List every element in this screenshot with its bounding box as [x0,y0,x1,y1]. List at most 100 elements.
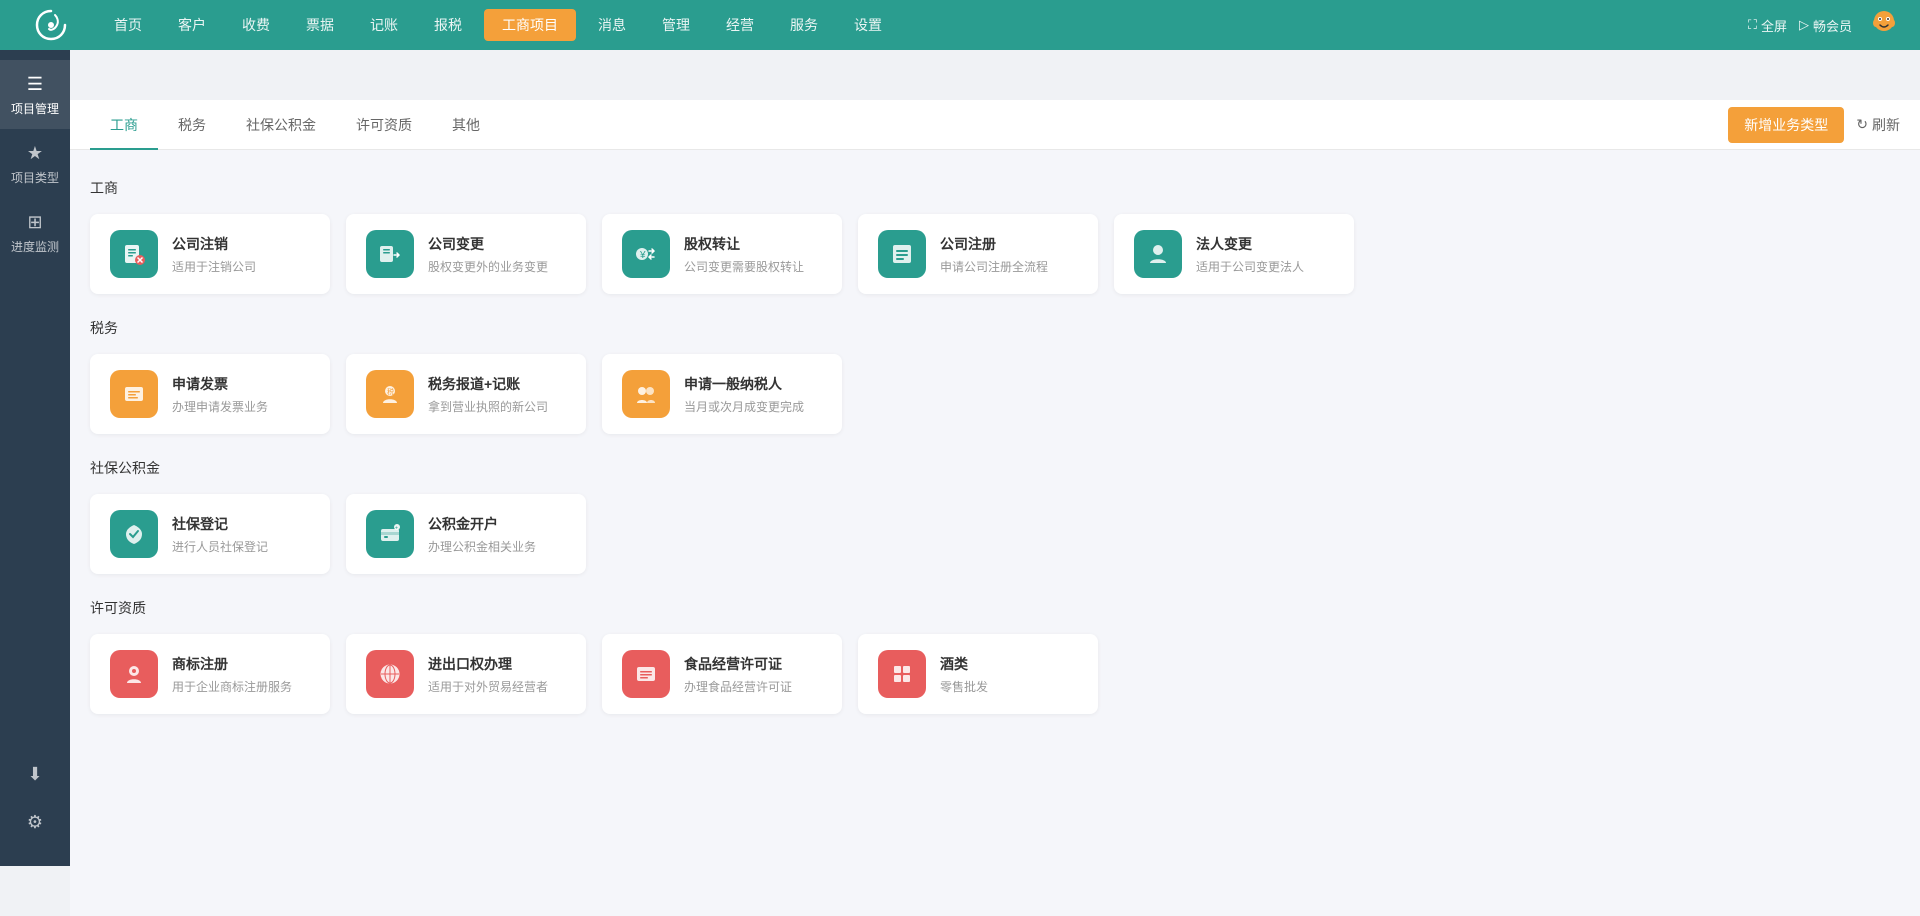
card-social-insurance-name: 社保登记 [172,514,268,534]
tab-actions: 新增业务类型 ↻ 刷新 [1728,107,1900,143]
alcohol-icon [878,650,926,698]
card-tax-accounting[interactable]: 税 税务报道+记账 拿到营业执照的新公司 [346,354,586,434]
tab-shuiwu[interactable]: 税务 [158,100,226,150]
food-license-icon [622,650,670,698]
nav-right: ⛶ 全屏 ▷ 畅会员 [1748,5,1904,45]
card-equity-transfer[interactable]: ¥ 股权转让 公司变更需要股权转让 [602,214,842,294]
fullscreen-btn[interactable]: ⛶ 全屏 [1748,16,1787,35]
card-company-register[interactable]: 公司注册 申请公司注册全流程 [858,214,1098,294]
card-alcohol-name: 酒类 [940,654,988,674]
card-invoice-apply-name: 申请发票 [172,374,268,394]
sub-tabs: 工商 税务 社保公积金 许可资质 其他 新增业务类型 ↻ 刷新 [70,100,1920,150]
tab-gongshang[interactable]: 工商 [90,100,158,150]
card-tax-accounting-desc: 拿到营业执照的新公司 [428,398,548,415]
company-cancel-icon [110,230,158,278]
project-type-icon: ★ [23,141,47,165]
nav-bizproject[interactable]: 工商项目 [484,9,576,41]
svg-text:¥: ¥ [639,250,646,261]
card-company-change-desc: 股权变更外的业务变更 [428,258,548,275]
gongshang-cards: 公司注销 适用于注销公司 公司变更 [90,214,1900,294]
section-shebao: 社保公积金 社保登记 进行人员社保登记 [90,458,1900,574]
section-xuke: 许可资质 商标注册 用于企业商标注册服务 [90,598,1900,714]
download-icon: ⬇ [23,762,47,786]
card-fund-account-desc: 办理公积金相关业务 [428,538,536,555]
project-manage-icon: ☰ [23,72,47,96]
sidebar-item-project-manage[interactable]: ☰ 项目管理 [0,60,70,129]
nav-home[interactable]: 首页 [96,0,160,50]
social-insurance-icon [110,510,158,558]
nav-invoice[interactable]: 票据 [288,0,352,50]
section-gongshang-title: 工商 [90,178,1900,198]
card-company-cancel-name: 公司注销 [172,234,256,254]
sidebar-item-project-type[interactable]: ★ 项目类型 [0,129,70,198]
card-import-export-desc: 适用于对外贸易经营者 [428,678,548,695]
refresh-btn[interactable]: ↻ 刷新 [1856,115,1900,135]
sidebar-item-progress[interactable]: ⊞ 进度监测 [0,198,70,267]
card-import-export-name: 进出口权办理 [428,654,548,674]
card-alcohol-desc: 零售批发 [940,678,988,695]
card-equity-name: 股权转让 [684,234,804,254]
nav-settings[interactable]: 设置 [836,0,900,50]
card-fund-account[interactable]: + 公积金开户 办理公积金相关业务 [346,494,586,574]
play-icon: ▷ [1799,17,1809,33]
xuke-cards: 商标注册 用于企业商标注册服务 进出口权办理 [90,634,1900,714]
card-company-register-name: 公司注册 [940,234,1048,254]
card-legal-change-desc: 适用于公司变更法人 [1196,258,1304,275]
top-nav: 首页 客户 收费 票据 记账 报税 工商项目 消息 管理 经营 服务 设置 ⛶ … [0,0,1920,50]
main-content: 工商 税务 社保公积金 许可资质 其他 新增业务类型 ↻ 刷新 工商 [70,100,1920,916]
nav-fee[interactable]: 收费 [224,0,288,50]
nav-operate[interactable]: 经营 [708,0,772,50]
company-change-icon [366,230,414,278]
trademark-icon [110,650,158,698]
section-shuiwu-title: 税务 [90,318,1900,338]
import-export-icon [366,650,414,698]
card-food-license[interactable]: 食品经营许可证 办理食品经营许可证 [602,634,842,714]
card-trademark-name: 商标注册 [172,654,292,674]
card-company-change[interactable]: 公司变更 股权变更外的业务变更 [346,214,586,294]
svg-text:+: + [395,526,398,532]
progress-icon: ⊞ [23,210,47,234]
card-general-taxpayer-name: 申请一般纳税人 [684,374,804,394]
card-legal-change[interactable]: 法人变更 适用于公司变更法人 [1114,214,1354,294]
nav-items: 首页 客户 收费 票据 记账 报税 工商项目 消息 管理 经营 服务 设置 [96,0,1748,50]
card-social-insurance-desc: 进行人员社保登记 [172,538,268,555]
member-btn[interactable]: ▷ 畅会员 [1799,16,1852,35]
content-area: 工商 公司注销 [70,150,1920,916]
card-invoice-apply[interactable]: 申请发票 办理申请发票业务 [90,354,330,434]
general-taxpayer-icon [622,370,670,418]
tab-xuke[interactable]: 许可资质 [336,100,432,150]
section-shuiwu: 税务 申请发票 办理申请发票业务 [90,318,1900,434]
card-general-taxpayer-desc: 当月或次月成变更完成 [684,398,804,415]
tab-other[interactable]: 其他 [432,100,500,150]
nav-tax[interactable]: 报税 [416,0,480,50]
card-fund-account-name: 公积金开户 [428,514,536,534]
legal-change-icon [1134,230,1182,278]
card-company-cancel[interactable]: 公司注销 适用于注销公司 [90,214,330,294]
mascot-avatar [1864,5,1904,45]
card-company-change-name: 公司变更 [428,234,548,254]
shebao-cards: 社保登记 进行人员社保登记 + [90,494,1900,574]
refresh-icon: ↻ [1856,116,1868,133]
tab-shebao[interactable]: 社保公积金 [226,100,336,150]
sidebar-download-btn[interactable]: ⬇ [0,750,70,798]
company-register-icon [878,230,926,278]
nav-manage[interactable]: 管理 [644,0,708,50]
sidebar-settings-btn[interactable]: ⚙ [0,798,70,846]
nav-customer[interactable]: 客户 [160,0,224,50]
card-import-export[interactable]: 进出口权办理 适用于对外贸易经营者 [346,634,586,714]
logo [16,7,86,43]
nav-service[interactable]: 服务 [772,0,836,50]
fund-account-icon: + [366,510,414,558]
card-legal-change-name: 法人变更 [1196,234,1304,254]
card-trademark[interactable]: 商标注册 用于企业商标注册服务 [90,634,330,714]
sidebar: ☰ 项目管理 ★ 项目类型 ⊞ 进度监测 ⬇ ⚙ [0,50,70,866]
card-general-taxpayer[interactable]: 申请一般纳税人 当月或次月成变更完成 [602,354,842,434]
section-shebao-title: 社保公积金 [90,458,1900,478]
card-food-license-desc: 办理食品经营许可证 [684,678,792,695]
svg-text:税: 税 [387,387,394,396]
card-alcohol[interactable]: 酒类 零售批发 [858,634,1098,714]
nav-message[interactable]: 消息 [580,0,644,50]
new-biztype-btn[interactable]: 新增业务类型 [1728,107,1844,143]
nav-accounting[interactable]: 记账 [352,0,416,50]
card-social-insurance[interactable]: 社保登记 进行人员社保登记 [90,494,330,574]
